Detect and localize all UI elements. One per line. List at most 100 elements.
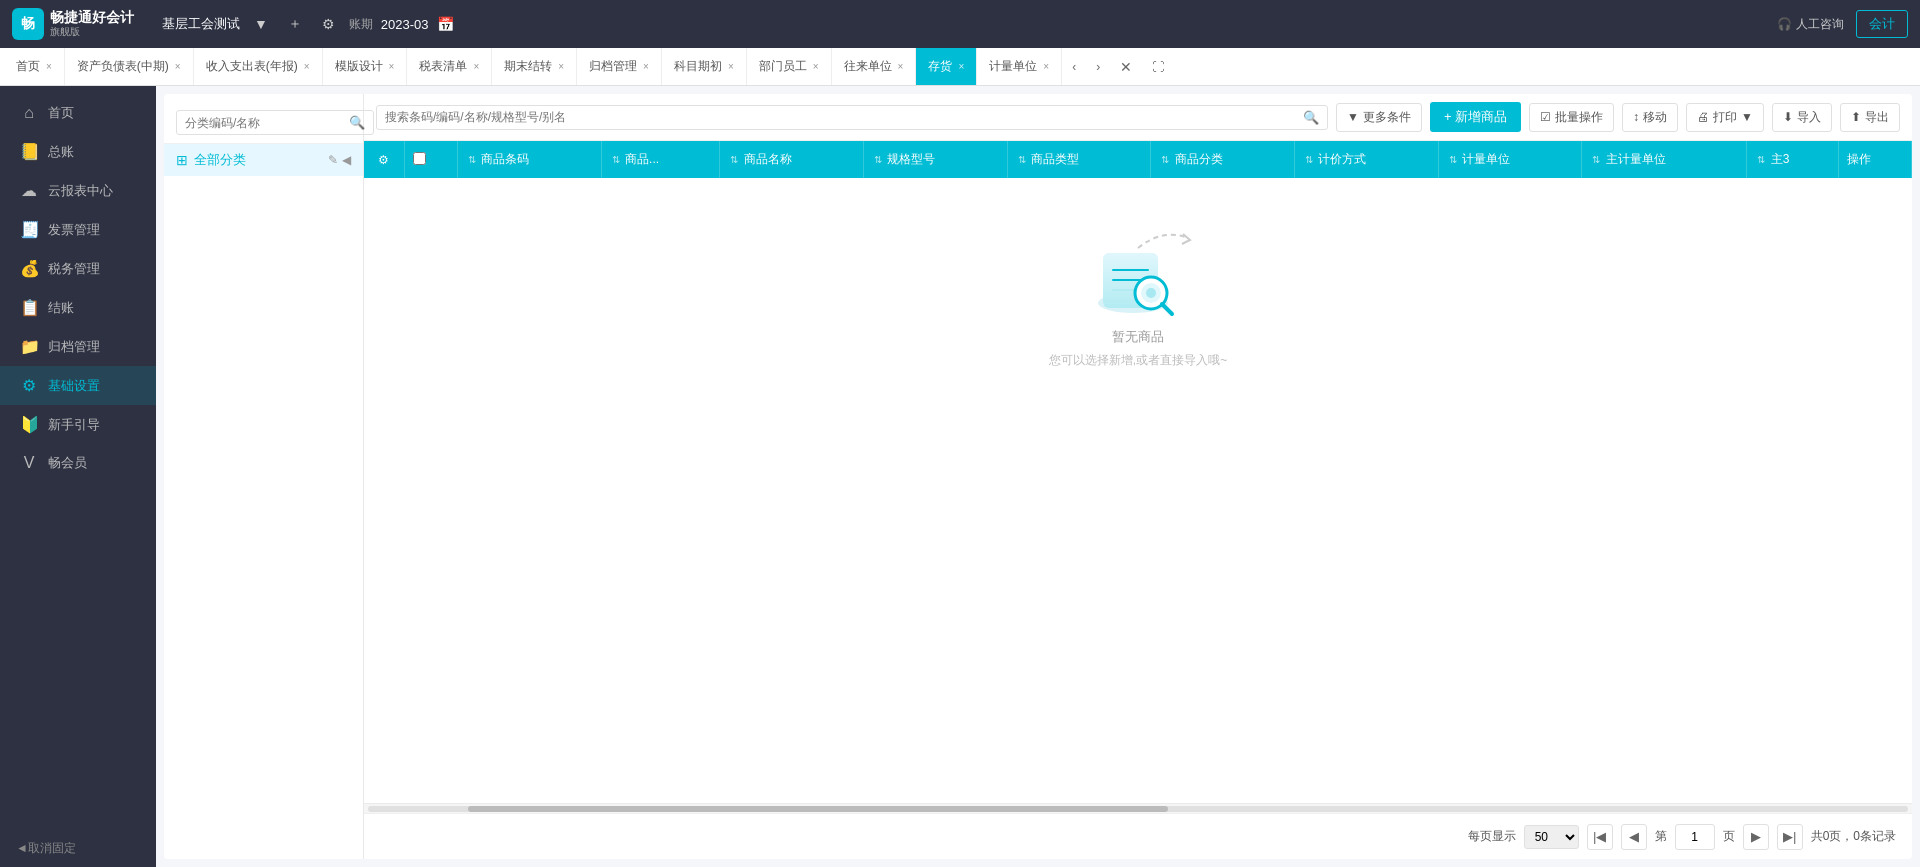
last-page-btn[interactable]: ▶| bbox=[1777, 824, 1803, 850]
sidebar-item-invoice[interactable]: 🧾 发票管理 bbox=[0, 210, 156, 249]
tab-close-all-btn[interactable]: ✕ bbox=[1110, 48, 1142, 86]
inner-search-input[interactable] bbox=[385, 110, 1299, 124]
sidebar-item-reports[interactable]: ☁ 云报表中心 bbox=[0, 171, 156, 210]
ledger-icon: 📒 bbox=[20, 142, 38, 161]
category-all[interactable]: ⊞ 全部分类 ✎ ◀ bbox=[164, 144, 363, 176]
col-checkbox-header[interactable] bbox=[404, 141, 458, 178]
tab-template-close[interactable]: × bbox=[389, 61, 395, 72]
company-dropdown-btn[interactable]: ▼ bbox=[248, 12, 274, 36]
page-number-input[interactable] bbox=[1675, 824, 1715, 850]
tab-income-close[interactable]: × bbox=[304, 61, 310, 72]
tab-unit[interactable]: 计量单位 × bbox=[977, 48, 1062, 86]
tab-subjects-close[interactable]: × bbox=[728, 61, 734, 72]
col-main-unit-header[interactable]: ⇅ 主计量单位 bbox=[1582, 141, 1747, 178]
tab-partners-close[interactable]: × bbox=[898, 61, 904, 72]
invoice-icon: 🧾 bbox=[20, 220, 38, 239]
tab-balance-close[interactable]: × bbox=[175, 61, 181, 72]
sidebar-ledger-label: 总账 bbox=[48, 143, 74, 161]
tab-archive-close[interactable]: × bbox=[643, 61, 649, 72]
app-logo: 畅 畅捷通好会计 旗舰版 bbox=[12, 8, 152, 40]
col-category-header[interactable]: ⇅ 商品分类 bbox=[1151, 141, 1295, 178]
tab-income[interactable]: 收入支出表(年报) × bbox=[194, 48, 323, 86]
batch-ops-btn[interactable]: ☑ 批量操作 bbox=[1529, 103, 1614, 132]
export-btn[interactable]: ⬆ 导出 bbox=[1840, 103, 1900, 132]
calendar-icon[interactable]: 📅 bbox=[437, 16, 454, 32]
scroll-track bbox=[368, 806, 1908, 812]
col-price-method-header[interactable]: ⇅ 计价方式 bbox=[1294, 141, 1438, 178]
sidebar-item-close[interactable]: 📋 结账 bbox=[0, 288, 156, 327]
tab-partners-label: 往来单位 bbox=[844, 58, 892, 75]
tab-maximize-btn[interactable]: ⛶ bbox=[1142, 48, 1174, 86]
tab-prev-btn[interactable]: ‹ bbox=[1062, 48, 1086, 86]
tab-archive[interactable]: 归档管理 × bbox=[577, 48, 662, 86]
horizontal-scrollbar[interactable] bbox=[364, 803, 1912, 813]
import-btn[interactable]: ⬇ 导入 bbox=[1772, 103, 1832, 132]
prev-page-btn[interactable]: ◀ bbox=[1621, 824, 1647, 850]
tab-inventory-close[interactable]: × bbox=[958, 61, 964, 72]
move-btn[interactable]: ↕ 移动 bbox=[1622, 103, 1678, 132]
first-page-btn[interactable]: |◀ bbox=[1587, 824, 1613, 850]
col-extra-header[interactable]: ⇅ 主3 bbox=[1747, 141, 1838, 178]
col-type-header[interactable]: ⇅ 商品类型 bbox=[1007, 141, 1151, 178]
content-area: 🔍 ⊞ 全部分类 ✎ ◀ bbox=[156, 86, 1920, 867]
tab-home[interactable]: 首页 × bbox=[4, 48, 65, 86]
sidebar-item-guide[interactable]: 🔰 新手引导 bbox=[0, 405, 156, 444]
col-name-header[interactable]: ⇅ 商品名称 bbox=[720, 141, 864, 178]
filter-icon: ▼ bbox=[1347, 110, 1359, 124]
company-name[interactable]: 基层工会测试 bbox=[162, 15, 240, 33]
select-all-checkbox[interactable] bbox=[413, 152, 426, 165]
left-search-icon[interactable]: 🔍 bbox=[349, 115, 365, 130]
add-tab-btn[interactable]: ＋ bbox=[282, 11, 308, 37]
page-size-select[interactable]: 50 10 20 100 bbox=[1524, 825, 1579, 849]
collapse-panel-btn[interactable]: ◀ bbox=[342, 153, 351, 167]
sidebar-unpin-btn[interactable]: ◄取消固定 bbox=[0, 830, 156, 867]
next-page-btn[interactable]: ▶ bbox=[1743, 824, 1769, 850]
add-product-btn[interactable]: + 新增商品 bbox=[1430, 102, 1521, 132]
tab-taxclear-close[interactable]: × bbox=[473, 61, 479, 72]
tab-next-btn[interactable]: › bbox=[1086, 48, 1110, 86]
left-search-input[interactable] bbox=[185, 116, 345, 130]
settings-btn[interactable]: ⚙ bbox=[316, 12, 341, 36]
tab-unit-close[interactable]: × bbox=[1043, 61, 1049, 72]
tab-periodclose-close[interactable]: × bbox=[558, 61, 564, 72]
filter-label: 更多条件 bbox=[1363, 109, 1411, 126]
edit-category-btn[interactable]: ✎ bbox=[328, 153, 338, 167]
more-filter-btn[interactable]: ▼ 更多条件 bbox=[1336, 103, 1422, 132]
two-panel: 🔍 ⊞ 全部分类 ✎ ◀ bbox=[164, 94, 1912, 859]
help-button[interactable]: 🎧 人工咨询 bbox=[1777, 16, 1844, 33]
sidebar-item-archivemgmt[interactable]: 📁 归档管理 bbox=[0, 327, 156, 366]
col-spec-header[interactable]: ⇅ 规格型号 bbox=[864, 141, 1008, 178]
tab-periodclose[interactable]: 期末结转 × bbox=[492, 48, 577, 86]
sidebar-item-tax[interactable]: 💰 税务管理 bbox=[0, 249, 156, 288]
tab-inventory[interactable]: 存货 × bbox=[916, 48, 977, 86]
tab-partners[interactable]: 往来单位 × bbox=[832, 48, 917, 86]
sidebar-item-settings[interactable]: ⚙ 基础设置 bbox=[0, 366, 156, 405]
tab-template[interactable]: 模版设计 × bbox=[323, 48, 408, 86]
empty-illustration bbox=[1073, 218, 1203, 328]
right-panel: 🔍 ▼ 更多条件 + 新增商品 ☑ 批量操作 bbox=[364, 94, 1912, 859]
inner-search-icon[interactable]: 🔍 bbox=[1303, 110, 1319, 125]
product-table: ⚙ ⇅ 商品条码 ⇅ 商品... bbox=[364, 141, 1912, 178]
tab-deptstaff-close[interactable]: × bbox=[813, 61, 819, 72]
sidebar-item-home[interactable]: ⌂ 首页 bbox=[0, 94, 156, 132]
col-unit-header[interactable]: ⇅ 计量单位 bbox=[1438, 141, 1582, 178]
tab-deptstaff[interactable]: 部门员工 × bbox=[747, 48, 832, 86]
sort-icon: ⇅ bbox=[874, 154, 882, 165]
account-button[interactable]: 会计 bbox=[1856, 10, 1908, 38]
sidebar-item-ledger[interactable]: 📒 总账 bbox=[0, 132, 156, 171]
left-search-bar: 🔍 bbox=[164, 102, 363, 144]
col-barcode-header[interactable]: ⇅ 商品条码 bbox=[458, 141, 602, 178]
print-btn[interactable]: 🖨 打印 ▼ bbox=[1686, 103, 1764, 132]
sidebar-item-member[interactable]: V 畅会员 bbox=[0, 444, 156, 482]
tab-subjects[interactable]: 科目期初 × bbox=[662, 48, 747, 86]
col-settings-header[interactable]: ⚙ bbox=[364, 141, 404, 178]
col-code-header[interactable]: ⇅ 商品... bbox=[601, 141, 720, 178]
tab-home-close[interactable]: × bbox=[46, 61, 52, 72]
left-panel: 🔍 ⊞ 全部分类 ✎ ◀ bbox=[164, 94, 364, 859]
scroll-thumb[interactable] bbox=[468, 806, 1168, 812]
grid-icon: ⊞ bbox=[176, 152, 188, 168]
tab-template-label: 模版设计 bbox=[335, 58, 383, 75]
tab-taxclear[interactable]: 税表清单 × bbox=[407, 48, 492, 86]
tab-balance[interactable]: 资产负债表(中期) × bbox=[65, 48, 194, 86]
headset-icon: 🎧 bbox=[1777, 17, 1792, 31]
